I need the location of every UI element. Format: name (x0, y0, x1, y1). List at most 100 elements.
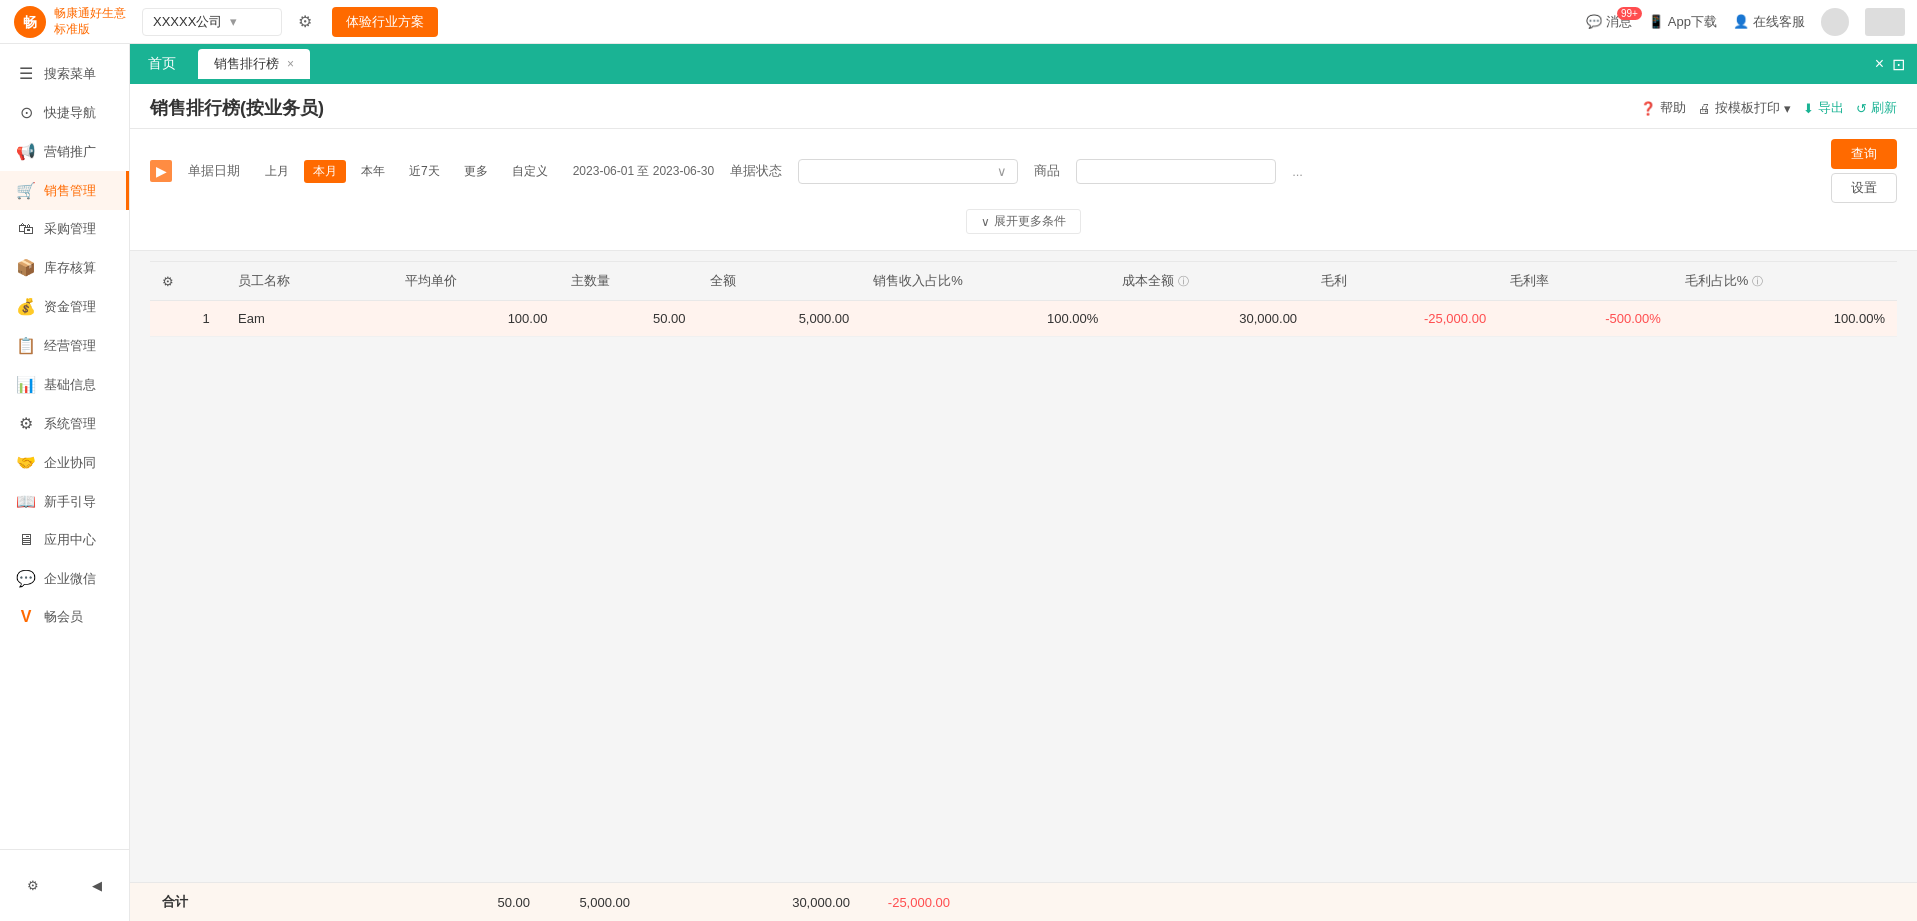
date-range-display: 2023-06-01 至 2023-06-30 (573, 163, 714, 180)
more-filters-icon[interactable]: ... (1292, 164, 1303, 179)
message-badge: 99+ (1617, 7, 1642, 20)
th-profit: 毛利 (1309, 262, 1498, 301)
filter-toggle-button[interactable]: ▶ (150, 160, 172, 182)
profit-pct-info-icon[interactable]: ⓘ (1752, 275, 1763, 287)
this-year-button[interactable]: 本年 (352, 160, 394, 183)
table-header: ⚙ 员工名称 平均单价 主数量 全额 销售收入占比% 成本全额 ⓘ 毛利 毛利率… (150, 262, 1897, 301)
filter-setting-button[interactable]: 设置 (1831, 173, 1897, 203)
page-actions: ❓ 帮助 🖨 按模板打印 ▾ ⬇ 导出 ↺ 刷新 (1640, 99, 1897, 117)
settings-bottom-icon: ⚙ (27, 878, 39, 893)
more-date-button[interactable]: 更多 (455, 160, 497, 183)
app-download-button[interactable]: 📱 App下载 (1648, 13, 1717, 31)
status-filter-label: 单据状态 (730, 162, 782, 180)
sidebar-item-marketing[interactable]: 📢 营销推广 (0, 132, 129, 171)
filter-row-1: ▶ 单据日期 上月 本月 本年 近7天 更多 自定义 2023-06-01 至 … (150, 139, 1897, 203)
expand-more-conditions-button[interactable]: ∨ 展开更多条件 (966, 209, 1081, 234)
collab-icon: 🤝 (16, 453, 36, 472)
user-name-display (1865, 8, 1905, 36)
company-selector[interactable]: XXXXX公司 ▾ (142, 8, 282, 36)
sidebar-item-basic[interactable]: 📊 基础信息 (0, 365, 129, 404)
footer-qty-val: 50.00 (442, 895, 542, 910)
purchase-icon: 🛍 (16, 220, 36, 238)
online-support-button[interactable]: 👤 在线客服 (1733, 13, 1805, 31)
sidebar-item-operation[interactable]: 📋 经营管理 (0, 326, 129, 365)
message-button[interactable]: 💬 消息 99+ (1586, 13, 1632, 31)
th-profit-pct: 毛利占比% ⓘ (1673, 262, 1897, 301)
export-button[interactable]: ⬇ 导出 (1803, 99, 1844, 117)
print-arrow-icon: ▾ (1784, 101, 1791, 116)
th-sales-pct: 销售收入占比% (861, 262, 1110, 301)
top-right-actions: 💬 消息 99+ 📱 App下载 👤 在线客服 (1586, 8, 1905, 36)
footer-profit: -25,000.00 (862, 895, 962, 910)
company-name: XXXXX公司 (153, 13, 222, 31)
th-settings: ⚙ (150, 262, 186, 301)
status-arrow-icon: ∨ (997, 164, 1007, 179)
sidebar-item-search[interactable]: ☰ 搜索菜单 (0, 54, 129, 93)
refresh-button[interactable]: ↺ 刷新 (1856, 99, 1897, 117)
guide-icon: 📖 (16, 492, 36, 511)
sidebar-item-label-purchase: 采购管理 (44, 220, 96, 238)
data-table: ⚙ 员工名称 平均单价 主数量 全额 销售收入占比% 成本全额 ⓘ 毛利 毛利率… (150, 261, 1897, 337)
export-icon: ⬇ (1803, 101, 1814, 116)
row-sales-pct: 100.00% (861, 301, 1110, 337)
member-icon: V (16, 608, 36, 626)
logo-area: 畅 畅康通好生意 标准版 (12, 4, 142, 40)
sidebar-collapse-button[interactable]: ◀ (76, 868, 118, 903)
sidebar-item-collab[interactable]: 🤝 企业协同 (0, 443, 129, 482)
sidebar-item-label-system: 系统管理 (44, 415, 96, 433)
filter-area: ▶ 单据日期 上月 本月 本年 近7天 更多 自定义 2023-06-01 至 … (130, 129, 1917, 251)
settings-icon[interactable]: ⚙ (290, 7, 320, 37)
sidebar-item-member[interactable]: V 畅会员 (0, 598, 129, 636)
sidebar-item-purchase[interactable]: 🛍 采购管理 (0, 210, 129, 248)
tab-window-restore-icon[interactable]: ⊡ (1892, 55, 1905, 74)
custom-date-button[interactable]: 自定义 (503, 160, 557, 183)
sidebar-item-guide[interactable]: 📖 新手引导 (0, 482, 129, 521)
avatar[interactable] (1821, 8, 1849, 36)
sidebar-item-label-sales: 销售管理 (44, 182, 96, 200)
trial-button[interactable]: 体验行业方案 (332, 7, 438, 37)
help-icon: ❓ (1640, 101, 1656, 116)
export-label: 导出 (1818, 99, 1844, 117)
sidebar-item-finance[interactable]: 💰 资金管理 (0, 287, 129, 326)
sidebar-item-wechat[interactable]: 💬 企业微信 (0, 559, 129, 598)
support-icon: 👤 (1733, 14, 1749, 29)
refresh-label: 刷新 (1871, 99, 1897, 117)
last-month-button[interactable]: 上月 (256, 160, 298, 183)
marketing-icon: 📢 (16, 142, 36, 161)
basic-icon: 📊 (16, 375, 36, 394)
sidebar-item-quick[interactable]: ⊙ 快捷导航 (0, 93, 129, 132)
system-icon: ⚙ (16, 414, 36, 433)
sidebar-item-label-wechat: 企业微信 (44, 570, 96, 588)
sidebar-item-label-quick: 快捷导航 (44, 104, 96, 122)
help-button[interactable]: ❓ 帮助 (1640, 99, 1686, 117)
table-container[interactable]: ⚙ 员工名称 平均单价 主数量 全额 销售收入占比% 成本全额 ⓘ 毛利 毛利率… (130, 251, 1917, 882)
tab-home[interactable]: 首页 (130, 44, 194, 84)
sidebar-settings-button[interactable]: ⚙ (11, 868, 55, 903)
this-month-button[interactable]: 本月 (304, 160, 346, 183)
tab-window-close-icon[interactable]: × (1875, 55, 1884, 73)
row-name: Eam (226, 301, 393, 337)
sidebar-item-inventory[interactable]: 📦 库存核算 (0, 248, 129, 287)
tab-sales-ranking[interactable]: 销售排行榜 × (198, 49, 310, 79)
sidebar-item-label-guide: 新手引导 (44, 493, 96, 511)
search-menu-icon: ☰ (16, 64, 36, 83)
tab-bar-right: × ⊡ (1875, 55, 1917, 74)
status-selector[interactable]: ∨ (798, 159, 1018, 184)
sidebar-item-label-member: 畅会员 (44, 608, 83, 626)
print-button[interactable]: 🖨 按模板打印 ▾ (1698, 99, 1791, 117)
sidebar-item-apps[interactable]: 🖥 应用中心 (0, 521, 129, 559)
top-bar: 畅 畅康通好生意 标准版 XXXXX公司 ▾ ⚙ 体验行业方案 💬 消息 99+… (0, 0, 1917, 44)
last7days-button[interactable]: 近7天 (400, 160, 449, 183)
sidebar-item-sales[interactable]: 🛒 销售管理 (0, 171, 129, 210)
goods-input[interactable] (1076, 159, 1276, 184)
logo-icon: 畅 (12, 4, 48, 40)
query-button[interactable]: 查询 (1831, 139, 1897, 169)
row-profit-pct: 100.00% (1673, 301, 1897, 337)
th-cost: 成本全额 ⓘ (1110, 262, 1309, 301)
tab-close-icon[interactable]: × (287, 57, 294, 71)
date-options: 上月 本月 本年 近7天 更多 自定义 (256, 160, 557, 183)
sidebar-item-system[interactable]: ⚙ 系统管理 (0, 404, 129, 443)
th-profit-rate: 毛利率 (1498, 262, 1673, 301)
message-icon: 💬 (1586, 14, 1602, 29)
cost-info-icon[interactable]: ⓘ (1178, 275, 1189, 287)
